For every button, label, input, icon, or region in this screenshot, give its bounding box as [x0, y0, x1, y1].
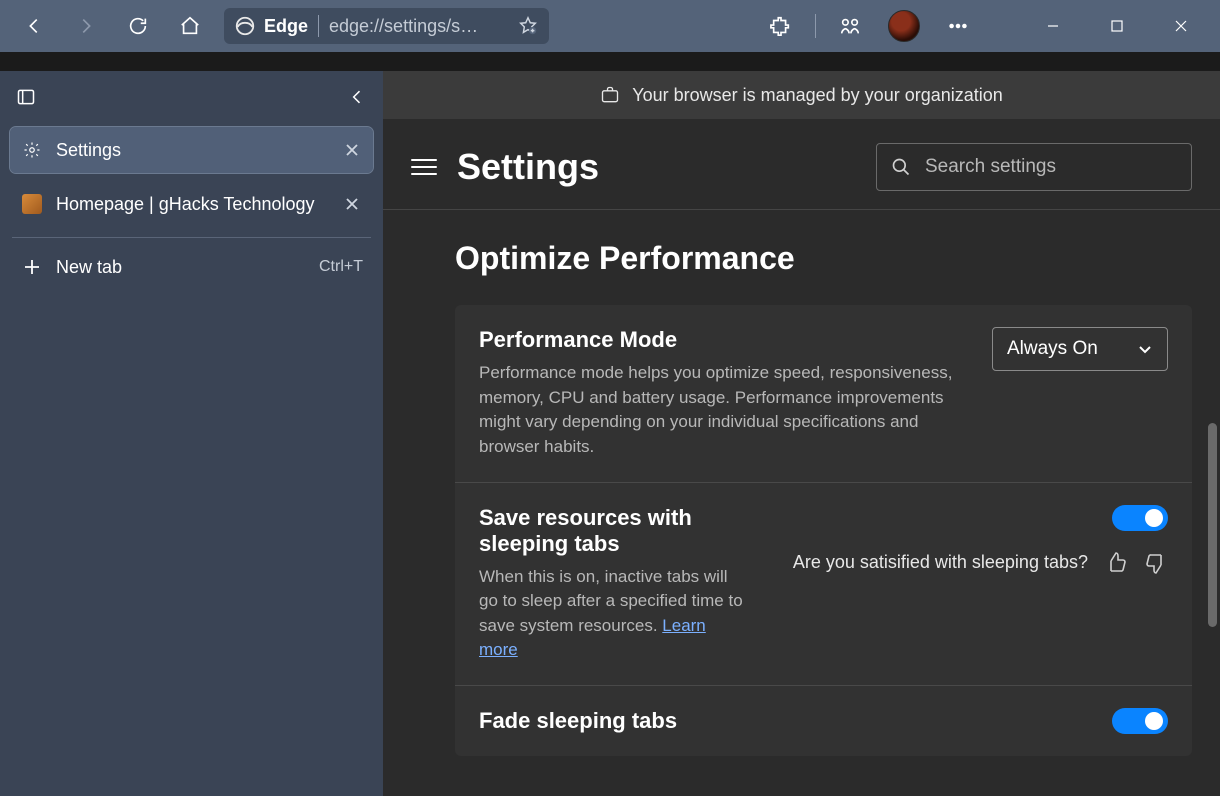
profile-button[interactable] [880, 2, 928, 50]
settings-search[interactable] [876, 143, 1192, 191]
new-tab-shortcut: Ctrl+T [319, 258, 363, 276]
tab-actions-button[interactable] [16, 87, 36, 112]
refresh-button[interactable] [114, 2, 162, 50]
avatar [888, 10, 920, 42]
search-input[interactable] [925, 156, 1177, 178]
fade-sleeping-row: Fade sleeping tabs [455, 686, 1192, 756]
sleeping-tabs-row: Save resources with sleeping tabs When t… [455, 483, 1192, 687]
page-title: Settings [457, 146, 599, 188]
more-button[interactable] [934, 2, 982, 50]
section-title: Optimize Performance [455, 240, 1192, 277]
favicon [22, 194, 42, 214]
row-desc: Performance mode helps you optimize spee… [479, 361, 968, 460]
settings-scroll[interactable]: Optimize Performance Performance Mode Pe… [383, 210, 1220, 796]
home-button[interactable] [166, 2, 214, 50]
sleeping-tabs-toggle[interactable] [1112, 505, 1168, 531]
collections-button[interactable] [826, 2, 874, 50]
edge-icon [234, 15, 256, 37]
banner-text: Your browser is managed by your organiza… [632, 85, 1003, 106]
collapse-sidebar-button[interactable] [347, 87, 367, 112]
new-tab-label: New tab [56, 257, 122, 278]
new-tab-button[interactable]: New tab Ctrl+T [10, 244, 373, 290]
row-title: Save resources with sleeping tabs [479, 505, 749, 557]
close-button[interactable] [1152, 2, 1210, 50]
tab-label: Homepage | gHacks Technology [56, 194, 341, 215]
managed-banner: Your browser is managed by your organiza… [383, 71, 1220, 119]
fade-sleeping-toggle[interactable] [1112, 708, 1168, 734]
maximize-button[interactable] [1088, 2, 1146, 50]
row-title: Performance Mode [479, 327, 968, 353]
tab-settings[interactable]: Settings [10, 127, 373, 173]
back-button[interactable] [10, 2, 58, 50]
search-icon [891, 157, 911, 177]
forward-button[interactable] [62, 2, 110, 50]
tab-close-button[interactable] [341, 139, 363, 161]
browser-toolbar: Edge edge://settings/s… [0, 0, 1220, 52]
minimize-button[interactable] [1024, 2, 1082, 50]
settings-content: Your browser is managed by your organiza… [383, 71, 1220, 796]
performance-mode-row: Performance Mode Performance mode helps … [455, 305, 1192, 483]
briefcase-icon [600, 85, 620, 105]
row-desc: When this is on, inactive tabs will go t… [479, 565, 749, 664]
tab-homepage[interactable]: Homepage | gHacks Technology [10, 181, 373, 227]
chevron-down-icon [1137, 341, 1153, 357]
tab-label: Settings [56, 140, 341, 161]
extensions-button[interactable] [757, 2, 805, 50]
address-url: edge://settings/s… [329, 16, 509, 37]
row-title: Fade sleeping tabs [479, 708, 1088, 734]
thumbs-up-icon[interactable] [1104, 551, 1128, 575]
thumbs-down-icon[interactable] [1144, 551, 1168, 575]
feedback-prompt: Are you satisified with sleeping tabs? [793, 551, 1168, 575]
tab-close-button[interactable] [341, 193, 363, 215]
dropdown-value: Always On [1007, 338, 1098, 360]
favorite-icon[interactable] [517, 15, 539, 37]
gear-icon [20, 141, 44, 159]
settings-menu-button[interactable] [411, 159, 437, 175]
vertical-tabs-sidebar: Settings Homepage | gHacks Technology Ne… [0, 71, 383, 796]
address-label: Edge [264, 16, 308, 37]
plus-icon [20, 258, 44, 276]
performance-mode-dropdown[interactable]: Always On [992, 327, 1168, 371]
performance-card: Performance Mode Performance mode helps … [455, 305, 1192, 756]
address-bar[interactable]: Edge edge://settings/s… [224, 8, 549, 44]
scrollbar-thumb[interactable] [1208, 423, 1217, 627]
